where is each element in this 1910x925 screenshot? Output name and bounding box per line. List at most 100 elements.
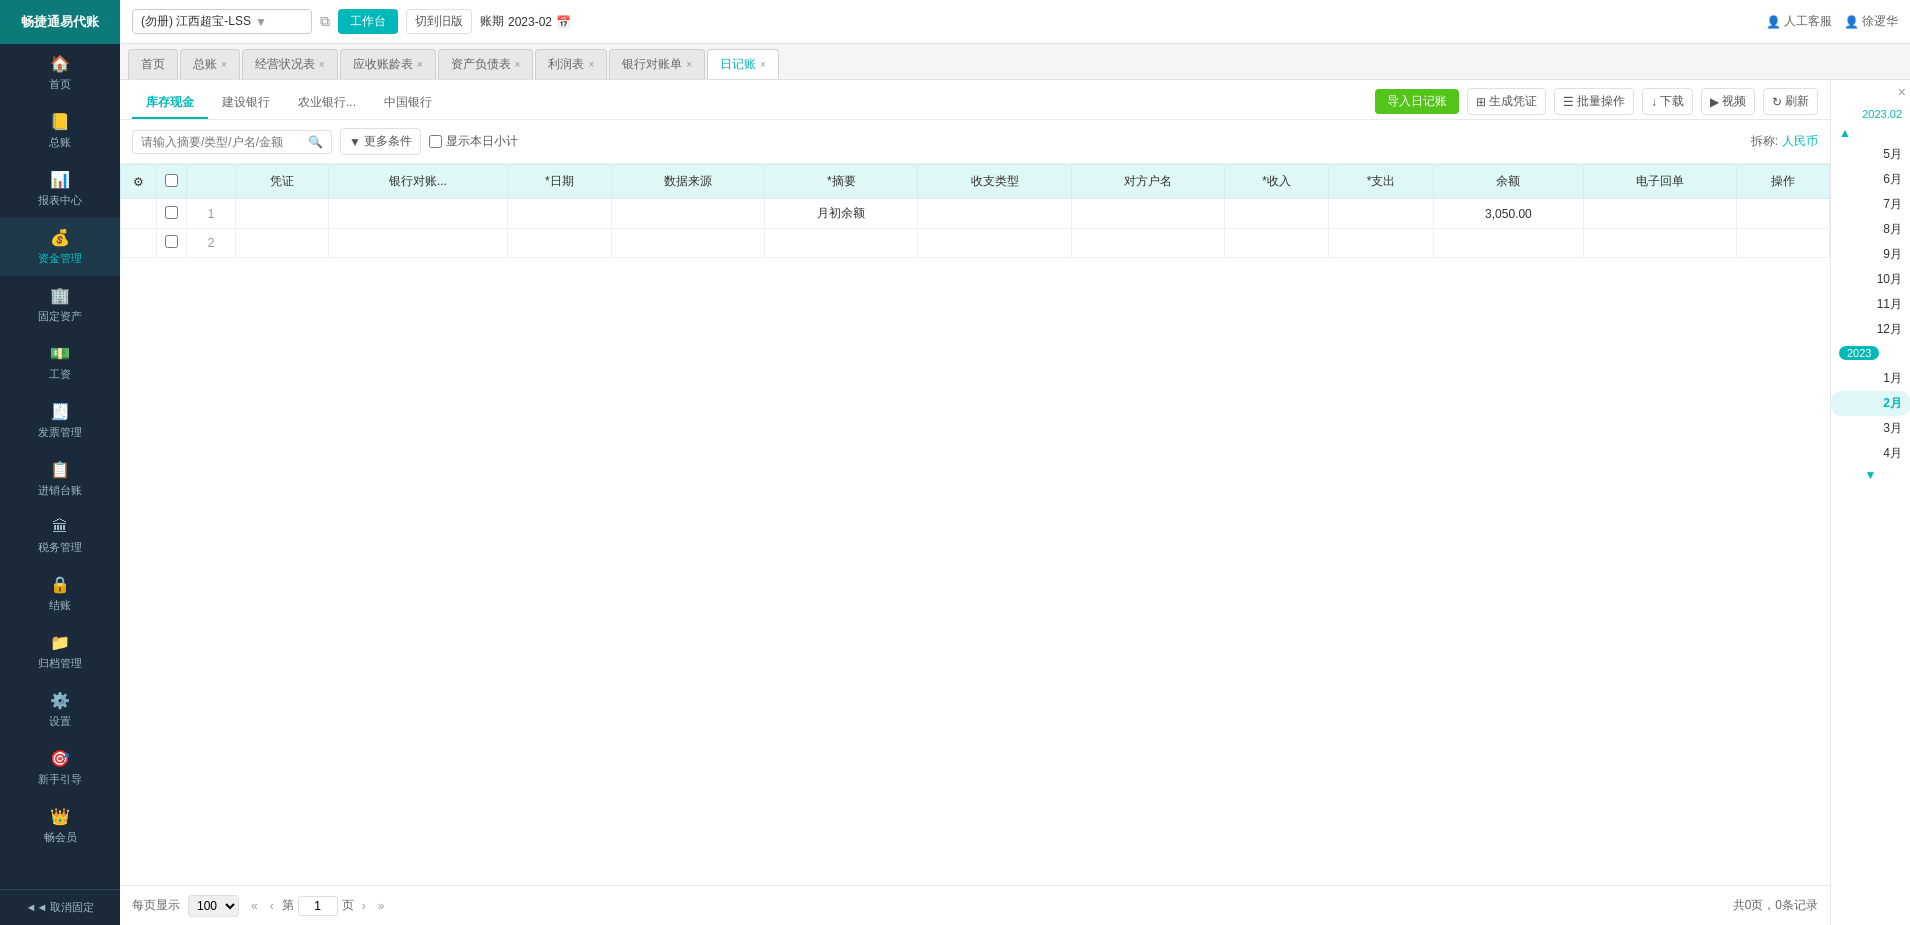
sidebar-item-reports[interactable]: 📊 报表中心 <box>0 160 120 218</box>
select-all-checkbox[interactable] <box>165 174 178 187</box>
tab-general-ledger[interactable]: 总账 × <box>180 49 240 79</box>
row1-balance: 3,050.00 <box>1433 199 1583 229</box>
row1-check[interactable] <box>165 206 178 219</box>
tab-home[interactable]: 首页 <box>128 49 178 79</box>
page-input[interactable] <box>298 896 338 916</box>
sidebar-item-archive[interactable]: 📁 归档管理 <box>0 623 120 681</box>
unpin-btn[interactable]: ◄◄ 取消固定 <box>0 889 120 925</box>
sidebar-label-home: 首页 <box>49 77 71 92</box>
sub-tab-agricultural-bank[interactable]: 农业银行... <box>284 88 370 119</box>
tab-close-general-ledger[interactable]: × <box>221 59 227 70</box>
batch-op-button[interactable]: ☰ 批量操作 <box>1554 88 1634 115</box>
sidebar-item-funds[interactable]: 💰 资金管理 <box>0 218 120 276</box>
row2-summary <box>765 229 918 258</box>
panel-nav-down[interactable]: ▼ <box>1865 468 1877 482</box>
table-row: 1 月初余额 3,050.00 <box>121 199 1830 229</box>
per-page-select[interactable]: 100 <box>188 895 239 917</box>
tab-close-profit-loss[interactable]: × <box>588 59 594 70</box>
last-page-button[interactable]: » <box>374 897 389 915</box>
row2-checkbox[interactable] <box>157 229 187 258</box>
tab-home-label: 首页 <box>141 56 165 73</box>
month-item-6[interactable]: 6月 <box>1831 167 1910 192</box>
download-button[interactable]: ↓ 下载 <box>1642 88 1693 115</box>
row1-income-expense <box>918 199 1071 229</box>
sidebar-item-tax[interactable]: 🏛 税务管理 <box>0 508 120 565</box>
col-header-settings[interactable]: ⚙ <box>121 165 157 199</box>
tab-close-bank-statement[interactable]: × <box>686 59 692 70</box>
currency-value[interactable]: 人民币 <box>1782 133 1818 150</box>
video-button[interactable]: ▶ 视频 <box>1701 88 1755 115</box>
refresh-button[interactable]: ↻ 刷新 <box>1763 88 1818 115</box>
prev-page-button[interactable]: ‹ <box>266 897 278 915</box>
search-input[interactable] <box>141 135 304 149</box>
sidebar-item-member[interactable]: 👑 畅会员 <box>0 797 120 855</box>
month-item-5[interactable]: 5月 <box>1831 142 1910 167</box>
show-daily-checkbox[interactable] <box>429 135 442 148</box>
next-page-button[interactable]: › <box>358 897 370 915</box>
tab-cash-journal[interactable]: 日记账 × <box>707 49 779 79</box>
period-calendar-icon[interactable]: 📅 <box>556 15 571 29</box>
guide-icon: 🎯 <box>50 749 70 768</box>
copy-icon[interactable]: ⧉ <box>320 13 330 30</box>
month-item-2[interactable]: 2月 <box>1831 391 1910 416</box>
table-row: 2 <box>121 229 1830 258</box>
row2-date <box>507 229 612 258</box>
tab-close-assets-liabilities[interactable]: × <box>515 59 521 70</box>
month-item-3[interactable]: 3月 <box>1831 416 1910 441</box>
tab-close-cash-journal[interactable]: × <box>760 59 766 70</box>
page-suffix-label: 页 <box>342 897 354 914</box>
search-icon[interactable]: 🔍 <box>308 135 323 149</box>
month-item-10[interactable]: 10月 <box>1831 267 1910 292</box>
panel-close-button[interactable]: × <box>1898 84 1906 100</box>
panel-nav: ▲ <box>1831 124 1910 142</box>
sidebar-item-settings[interactable]: ⚙️ 设置 <box>0 681 120 739</box>
month-item-7[interactable]: 7月 <box>1831 192 1910 217</box>
tab-business-status[interactable]: 经营状况表 × <box>242 49 338 79</box>
sidebar-item-salary[interactable]: 💵 工资 <box>0 334 120 392</box>
period-text: 账期 2023-02 📅 <box>480 13 571 30</box>
sidebar-item-fixed-assets[interactable]: 🏢 固定资产 <box>0 276 120 334</box>
tab-close-business-status[interactable]: × <box>319 59 325 70</box>
month-item-1[interactable]: 1月 <box>1831 366 1910 391</box>
first-page-button[interactable]: « <box>247 897 262 915</box>
generate-voucher-button[interactable]: ⊞ 生成凭证 <box>1467 88 1546 115</box>
month-item-11[interactable]: 11月 <box>1831 292 1910 317</box>
month-item-12[interactable]: 12月 <box>1831 317 1910 342</box>
download-icon: ↓ <box>1651 95 1657 109</box>
import-journal-button[interactable]: 导入日记账 <box>1375 89 1459 114</box>
sidebar-item-general-ledger[interactable]: 📒 总账 <box>0 102 120 160</box>
show-daily-checkbox-label[interactable]: 显示本日小计 <box>429 133 518 150</box>
col-header-checkbox[interactable] <box>157 165 187 199</box>
user-button[interactable]: 👤 徐逻华 <box>1844 13 1898 30</box>
switch-old-button[interactable]: 切到旧版 <box>406 9 472 34</box>
row1-checkbox[interactable] <box>157 199 187 229</box>
panel-nav-up[interactable]: ▲ <box>1839 126 1851 140</box>
tab-profit-loss[interactable]: 利润表 × <box>535 49 607 79</box>
sidebar-item-invoice[interactable]: 🧾 发票管理 <box>0 392 120 450</box>
sidebar-item-home[interactable]: 🏠 首页 <box>0 44 120 102</box>
tab-bank-statement[interactable]: 银行对账单 × <box>609 49 705 79</box>
sidebar-item-close-period[interactable]: 🔒 结账 <box>0 565 120 623</box>
filter-button[interactable]: ▼ 更多条件 <box>340 128 421 155</box>
month-item-8[interactable]: 8月 <box>1831 217 1910 242</box>
row1-e-receipt <box>1583 199 1736 229</box>
row1-expense <box>1329 199 1434 229</box>
page-nav: « ‹ 第 页 › » <box>247 896 388 916</box>
tab-assets-liabilities[interactable]: 资产负债表 × <box>438 49 534 79</box>
month-item-4[interactable]: 4月 <box>1831 441 1910 466</box>
sidebar-item-guide[interactable]: 🎯 新手引导 <box>0 739 120 797</box>
row2-check[interactable] <box>165 235 178 248</box>
service-button[interactable]: 👤 人工客服 <box>1766 13 1832 30</box>
panel-current-date: 2023.02 <box>1831 104 1910 124</box>
workbench-button[interactable]: 工作台 <box>338 9 398 34</box>
sub-tab-china-bank[interactable]: 中国银行 <box>370 88 446 119</box>
col-header-seq <box>187 165 236 199</box>
sub-tab-construction-bank[interactable]: 建设银行 <box>208 88 284 119</box>
sidebar-label-archive: 归档管理 <box>38 656 82 671</box>
month-item-9[interactable]: 9月 <box>1831 242 1910 267</box>
tab-close-receivables[interactable]: × <box>417 59 423 70</box>
tab-receivables[interactable]: 应收账龄表 × <box>340 49 436 79</box>
sidebar-item-purchase-sales[interactable]: 📋 进销台账 <box>0 450 120 508</box>
company-selector[interactable]: (勿册) 江西超宝-LSS ▼ <box>132 9 312 34</box>
sub-tab-cash[interactable]: 库存现金 <box>132 88 208 119</box>
